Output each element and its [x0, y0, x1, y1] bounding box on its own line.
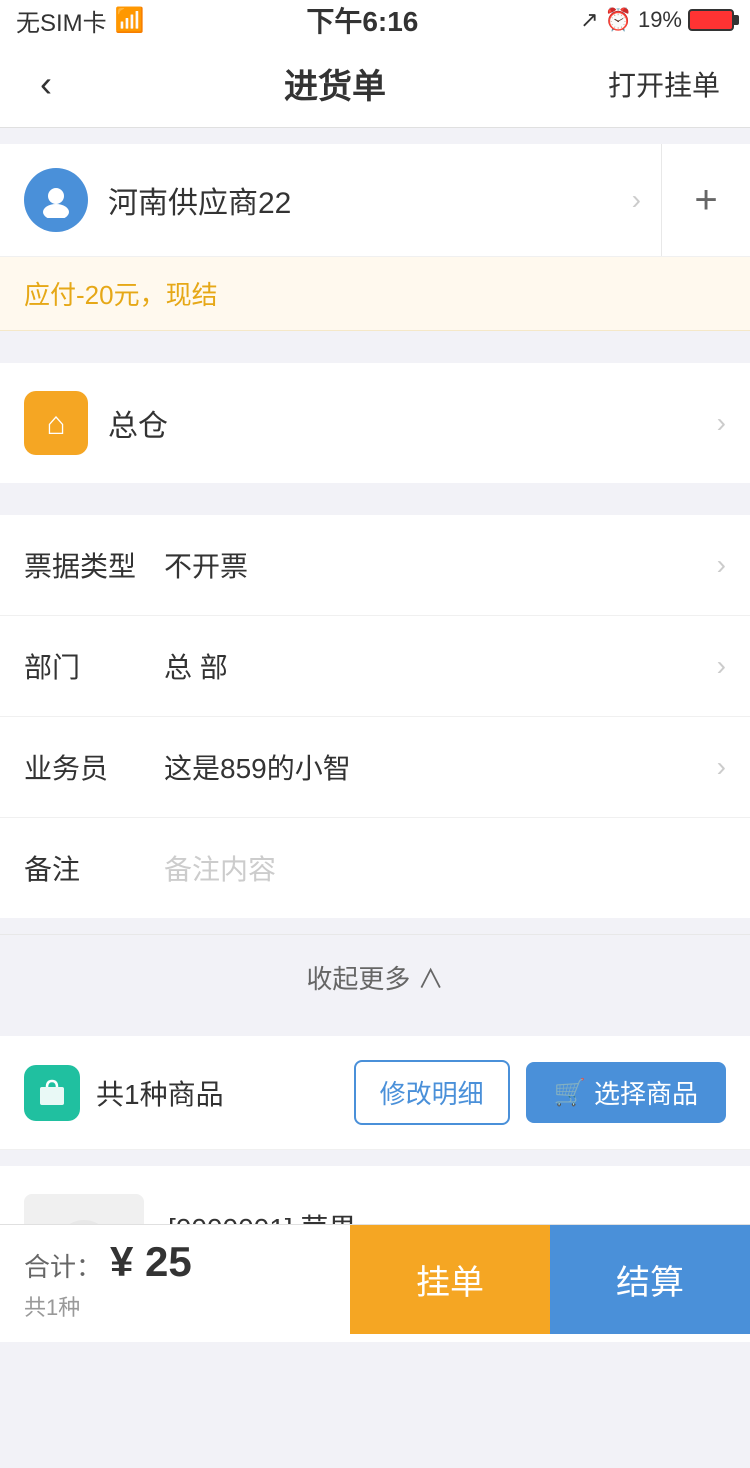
remark-value: 备注内容 [164, 848, 726, 888]
remark-label: 备注 [24, 848, 144, 888]
battery-icon [688, 9, 734, 31]
warehouse-row[interactable]: ⌂ 总仓 › [0, 363, 750, 483]
invoice-type-row[interactable]: 票据类型 不开票 › [0, 515, 750, 616]
products-header: 共1种商品 修改明细 🛒 选择商品 [0, 1036, 750, 1150]
notice-bar: 应付-20元，现结 [0, 257, 750, 331]
warehouse-icon-wrap: ⌂ [24, 391, 88, 455]
hang-button[interactable]: 挂单 [350, 1225, 550, 1334]
nav-bar: ‹ 进货单 打开挂单 [0, 40, 750, 128]
select-product-button[interactable]: 🛒 选择商品 [526, 1062, 726, 1123]
battery-percent: 19% [638, 7, 682, 33]
total-sub: 共1种 [24, 1290, 326, 1322]
open-hang-button[interactable]: 打开挂单 [608, 64, 720, 104]
status-right: ↗ ⏰ 19% [580, 7, 734, 33]
salesperson-row[interactable]: 业务员 这是859的小智 › [0, 717, 750, 818]
form-section: 票据类型 不开票 › 部门 总 部 › 业务员 这是859的小智 › 备注 备注… [0, 515, 750, 918]
department-row[interactable]: 部门 总 部 › [0, 616, 750, 717]
back-button[interactable]: ‹ [30, 53, 62, 115]
warehouse-section: ⌂ 总仓 › [0, 363, 750, 483]
salesperson-value: 这是859的小智 [164, 747, 709, 787]
edit-detail-button[interactable]: 修改明细 [354, 1060, 510, 1125]
user-icon [38, 182, 74, 218]
status-time: 下午6:16 [306, 0, 418, 40]
supplier-avatar [24, 168, 88, 232]
salesperson-chevron-icon: › [717, 751, 726, 783]
department-value: 总 部 [164, 646, 709, 686]
salesperson-label: 业务员 [24, 747, 144, 787]
bottom-bar: 合计： ¥ 25 共1种 挂单 结算 [0, 1224, 750, 1334]
add-supplier-button[interactable]: + [662, 144, 750, 256]
warehouse-chevron-icon: › [717, 407, 726, 439]
status-left: 无SIM卡 📶 [16, 3, 145, 38]
collapse-toggle[interactable]: 收起更多 ∧ [0, 934, 750, 1020]
supplier-chevron-icon: › [632, 184, 641, 216]
remark-row[interactable]: 备注 备注内容 [0, 818, 750, 918]
department-chevron-icon: › [717, 650, 726, 682]
invoice-type-label: 票据类型 [24, 545, 144, 585]
cart-icon: 🛒 [554, 1077, 586, 1108]
wifi-icon: 📶 [115, 6, 145, 35]
supplier-section: 河南供应商22 › + 应付-20元，现结 [0, 144, 750, 331]
total-section: 合计： ¥ 25 共1种 [0, 1225, 350, 1334]
location-icon: ↗ [580, 7, 598, 33]
products-count: 共1种商品 [96, 1073, 354, 1113]
carrier-text: 无SIM卡 [16, 3, 107, 38]
status-bar: 无SIM卡 📶 下午6:16 ↗ ⏰ 19% [0, 0, 750, 40]
department-label: 部门 [24, 646, 144, 686]
house-icon: ⌂ [46, 405, 65, 442]
products-icon-wrap [24, 1065, 80, 1121]
total-amount: ¥ 25 [110, 1238, 192, 1286]
supplier-select-button[interactable]: 河南供应商22 › [0, 144, 662, 256]
checkout-button[interactable]: 结算 [550, 1225, 750, 1334]
supplier-name: 河南供应商22 [108, 178, 624, 222]
invoice-type-chevron-icon: › [717, 549, 726, 581]
page-title: 进货单 [284, 59, 386, 108]
warehouse-label: 总仓 [108, 401, 709, 445]
total-label: 合计： [24, 1247, 102, 1284]
alarm-icon: ⏰ [605, 7, 632, 33]
invoice-type-value: 不开票 [164, 545, 709, 585]
bag-icon [36, 1077, 68, 1109]
